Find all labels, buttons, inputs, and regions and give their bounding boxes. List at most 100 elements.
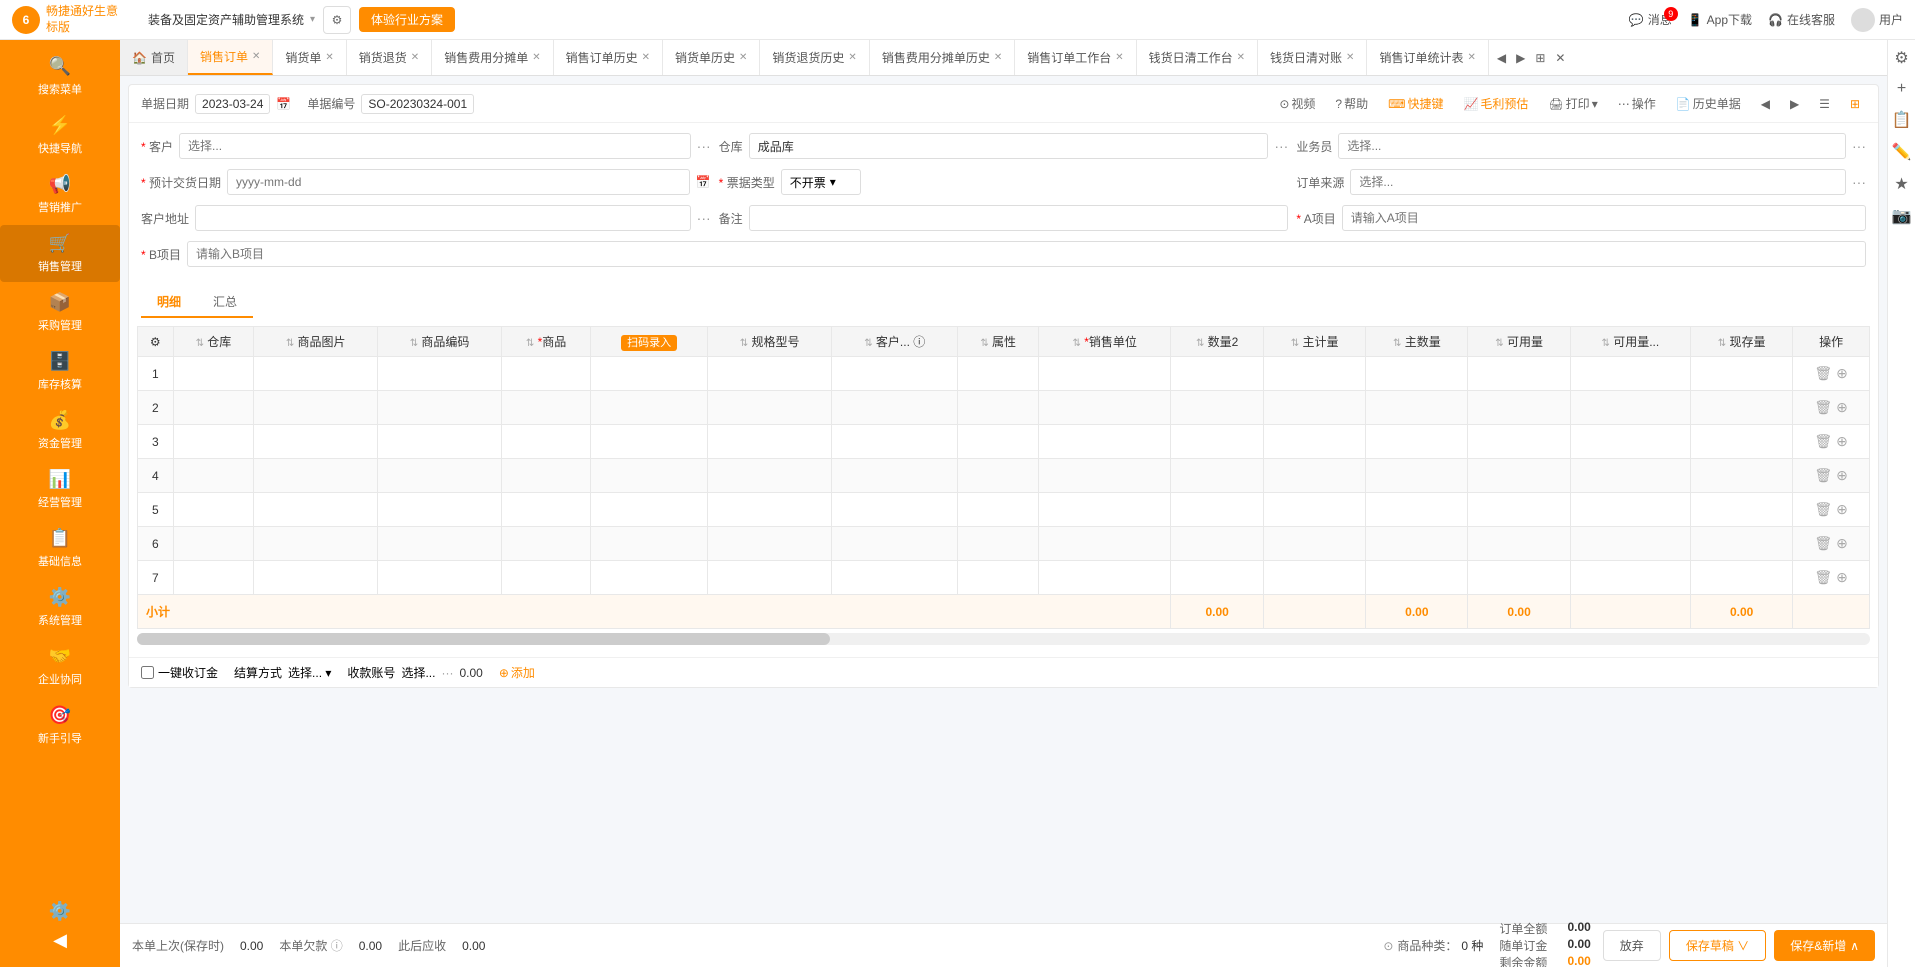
tab-cash-reconcile[interactable]: 钱货日清对账 ✕ [1258, 40, 1367, 75]
app-download-button[interactable]: 📱 App下载 [1688, 11, 1752, 28]
warehouse-more-button[interactable]: ··· [1274, 138, 1288, 154]
system-settings-button[interactable]: ⚙ [323, 6, 351, 34]
customer-more-button[interactable]: ··· [697, 138, 711, 154]
account-select[interactable]: 选择... [401, 664, 435, 681]
tab-sales-fee-split[interactable]: 销售费用分摊单 ✕ [432, 40, 553, 75]
sidebar-item-finance[interactable]: 💰 资金管理 [0, 402, 120, 459]
sidebar-item-purchase[interactable]: 📦 采购管理 [0, 284, 120, 341]
invoice-type-select[interactable]: 不开票 ▾ [781, 169, 861, 195]
industry-solution-button[interactable]: 体验行业方案 [359, 7, 455, 32]
prev-doc-button[interactable]: ◀ [1755, 95, 1776, 113]
help-button[interactable]: ? 帮助 [1329, 93, 1374, 114]
system-dropdown-icon[interactable]: ▾ [310, 14, 315, 25]
tab-order-workbench[interactable]: 销售订单工作台 ✕ [1015, 40, 1136, 75]
sidebar-item-search[interactable]: 🔍 搜索菜单 [0, 48, 120, 105]
delivery-date-input[interactable] [227, 169, 690, 195]
right-panel-icon-5[interactable]: ★ [1894, 174, 1908, 194]
operate-button[interactable]: ⋯ 操作 [1612, 93, 1662, 114]
delete-row-icon[interactable]: 🗑 [1814, 569, 1832, 586]
calendar-icon[interactable]: 📅 [276, 97, 291, 111]
save-draft-button[interactable]: 保存草稿 ∨ [1669, 930, 1766, 961]
tab-next-button[interactable]: ▶ [1512, 49, 1529, 67]
tab-close-all-button[interactable]: ✕ [1551, 49, 1569, 67]
tab-close-sales-order[interactable]: ✕ [252, 51, 260, 62]
sidebar-item-basic-info[interactable]: 📋 基础信息 [0, 520, 120, 577]
order-source-more-button[interactable]: ··· [1852, 174, 1866, 190]
right-panel-icon-3[interactable]: 📋 [1892, 110, 1912, 130]
save-draft-arrow-icon[interactable]: ∨ [1737, 939, 1749, 953]
remark-input[interactable] [749, 205, 1289, 231]
tab-close-return-history[interactable]: ✕ [739, 52, 747, 63]
tab-home[interactable]: 🏠 首页 [120, 40, 188, 75]
preview-button[interactable]: ⊙ 视频 [1273, 93, 1321, 114]
tab-expand-button[interactable]: ⊞ [1531, 49, 1549, 67]
tab-close-order-history[interactable]: ✕ [642, 52, 650, 63]
copy-row-icon[interactable]: ⊕ [1836, 467, 1848, 484]
history-docs-button[interactable]: 📄 历史单据 [1670, 93, 1747, 114]
sidebar-item-operations[interactable]: 📊 经营管理 [0, 461, 120, 518]
quick-collect-checkbox[interactable] [141, 666, 154, 679]
copy-row-icon[interactable]: ⊕ [1836, 433, 1848, 450]
right-panel-icon-4[interactable]: ✏️ [1892, 142, 1912, 162]
right-panel-icon-2[interactable]: + [1897, 80, 1906, 98]
tab-close-cash-workbench[interactable]: ✕ [1237, 52, 1245, 63]
list-view-button[interactable]: ☰ [1813, 95, 1836, 113]
copy-row-icon[interactable]: ⊕ [1836, 535, 1848, 552]
delete-row-icon[interactable]: 🗑 [1814, 501, 1832, 518]
tab-close-refund-history[interactable]: ✕ [848, 52, 856, 63]
right-panel-icon-1[interactable]: ⚙ [1894, 48, 1908, 68]
tab-close-fee-split[interactable]: ✕ [532, 52, 540, 63]
tab-summary[interactable]: 汇总 [197, 287, 253, 316]
tab-cash-workbench[interactable]: 钱货日清工作台 ✕ [1137, 40, 1258, 75]
delivery-calendar-icon[interactable]: 📅 [696, 175, 711, 189]
order-source-input[interactable] [1350, 169, 1846, 195]
horizontal-scrollbar[interactable] [137, 633, 1870, 645]
copy-row-icon[interactable]: ⊕ [1836, 501, 1848, 518]
sidebar-item-inventory[interactable]: 🗄️ 库存核算 [0, 343, 120, 400]
sidebar-item-system[interactable]: ⚙️ 系统管理 [0, 579, 120, 636]
copy-row-icon[interactable]: ⊕ [1836, 399, 1848, 416]
sidebar-collapse-button[interactable]: ◀ [53, 930, 67, 951]
col-settings[interactable]: ⚙ [138, 327, 174, 357]
tab-fee-split-history[interactable]: 销售费用分摊单历史 ✕ [870, 40, 1015, 75]
copy-row-icon[interactable]: ⊕ [1836, 365, 1848, 382]
sidebar-item-marketing[interactable]: 📢 营销推广 [0, 166, 120, 223]
tab-detail[interactable]: 明细 [141, 287, 197, 318]
b-project-input[interactable] [187, 241, 1866, 267]
a-project-input[interactable] [1342, 205, 1866, 231]
tab-close-order-stats[interactable]: ✕ [1467, 52, 1475, 63]
online-service-button[interactable]: 🎧 在线客服 [1768, 11, 1835, 28]
table-scroll-area[interactable]: ⚙ ⇅ 仓库 ⇅ 商品图片 ⇅ 商品编码 ⇅ *商品 扫码录入 ⇅ 规格型号 ⇅… [137, 326, 1870, 649]
sidebar-settings-button[interactable]: ⚙️ [49, 901, 71, 922]
sidebar-item-enterprise[interactable]: 🤝 企业协同 [0, 638, 120, 695]
scrollbar-thumb[interactable] [137, 633, 830, 645]
sidebar-item-sales[interactable]: 🛒 销售管理 [0, 225, 120, 282]
tab-refund-history[interactable]: 销货退货历史 ✕ [760, 40, 869, 75]
delete-row-icon[interactable]: 🗑 [1814, 365, 1832, 382]
delete-row-icon[interactable]: 🗑 [1814, 467, 1832, 484]
payment-method-select[interactable]: 选择... ▾ [288, 664, 331, 681]
tab-close-order-workbench[interactable]: ✕ [1115, 52, 1123, 63]
customer-address-input[interactable] [195, 205, 691, 231]
delete-row-icon[interactable]: 🗑 [1814, 433, 1832, 450]
tab-sales-order-history[interactable]: 销售订单历史 ✕ [554, 40, 663, 75]
account-more-button[interactable]: ··· [441, 666, 453, 680]
user-menu-button[interactable]: 用户 [1851, 8, 1903, 32]
sidebar-item-guide[interactable]: 🎯 新手引导 [0, 697, 120, 754]
tab-close-fee-split-history[interactable]: ✕ [994, 52, 1002, 63]
scan-button[interactable]: 扫码录入 [621, 335, 677, 351]
message-button[interactable]: 💬 9 消息 [1629, 11, 1672, 28]
grid-view-button[interactable]: ⊞ [1844, 95, 1866, 113]
right-panel-icon-6[interactable]: 📷 [1892, 206, 1912, 226]
tab-return-history[interactable]: 销货单历史 ✕ [663, 40, 760, 75]
tab-prev-button[interactable]: ◀ [1493, 49, 1510, 67]
salesperson-input[interactable] [1338, 133, 1846, 159]
copy-row-icon[interactable]: ⊕ [1836, 569, 1848, 586]
col-scan[interactable]: 扫码录入 [591, 327, 708, 357]
add-button[interactable]: ⊕ 添加 [499, 664, 535, 681]
tab-close-cash-reconcile[interactable]: ✕ [1346, 52, 1354, 63]
delete-row-icon[interactable]: 🗑 [1814, 535, 1832, 552]
tab-order-stats[interactable]: 销售订单统计表 ✕ [1367, 40, 1488, 75]
customer-input[interactable] [179, 133, 691, 159]
tab-sales-order[interactable]: 销售订单 ✕ [188, 40, 273, 75]
